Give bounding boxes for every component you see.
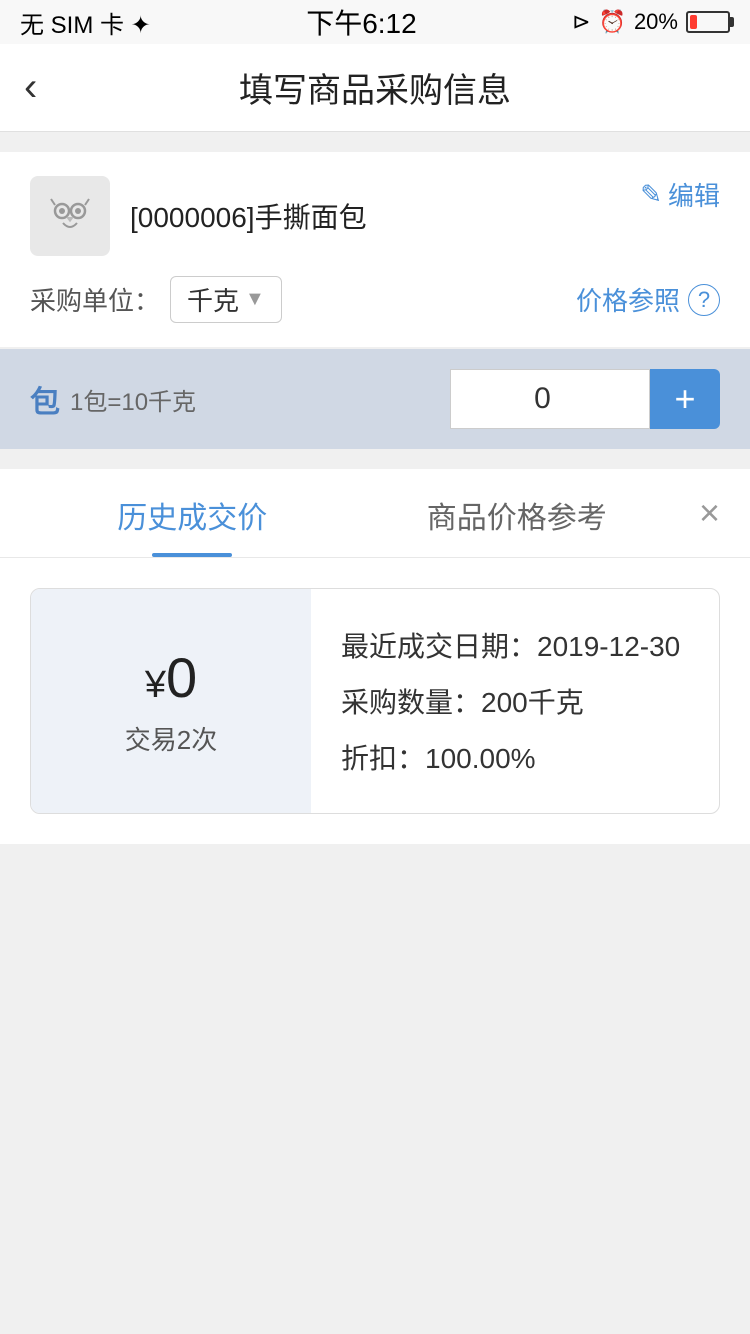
price-value: 0 [166, 646, 197, 709]
unit-select[interactable]: 千克 ▼ [170, 276, 282, 323]
sim-label: 无 SIM 卡 ✦ [20, 5, 151, 40]
edit-label: 编辑 [668, 176, 720, 213]
qty-value: 200千克 [481, 687, 584, 718]
quantity-label: 包 1包=10千克 [30, 377, 196, 421]
product-left: [0000006]手撕面包 [30, 176, 367, 256]
discount-value: 100.00% [425, 743, 536, 774]
tab-history-price[interactable]: 历史成交价 [30, 469, 354, 557]
alarm-icon: ⏰ [599, 9, 626, 35]
product-image [30, 176, 110, 256]
quantity-input[interactable] [450, 369, 650, 429]
quantity-bar: 包 1包=10千克 + [0, 349, 750, 449]
history-price-card: ¥0 交易2次 最近成交日期：2019-12-30 采购数量：200千克 折扣：… [30, 588, 720, 814]
product-header: [0000006]手撕面包 ✎ 编辑 [30, 176, 720, 256]
tab-content: ¥0 交易2次 最近成交日期：2019-12-30 采购数量：200千克 折扣：… [0, 558, 750, 844]
help-icon: ? [688, 284, 720, 316]
page-title: 填写商品采购信息 [239, 63, 511, 112]
status-bar: 无 SIM 卡 ✦ 下午6:12 ⊳ ⏰ 20% [0, 0, 750, 44]
recent-date-value: 2019-12-30 [537, 631, 680, 662]
unit-row: 采购单位： 千克 ▼ 价格参照 ? [30, 276, 720, 323]
status-right: ⊳ ⏰ 20% [572, 9, 730, 35]
location-icon: ⊳ [572, 9, 590, 35]
price-reference-button[interactable]: 价格参照 ? [576, 281, 720, 318]
qty-label: 采购数量： [341, 687, 481, 718]
unit-label: 采购单位： [30, 281, 160, 318]
unit-value: 千克 [187, 281, 239, 318]
history-price-right: 最近成交日期：2019-12-30 采购数量：200千克 折扣：100.00% [311, 589, 719, 813]
tabs-header: 历史成交价 商品价格参考 × [0, 469, 750, 558]
edit-button[interactable]: ✎ 编辑 [640, 176, 720, 213]
battery-icon [686, 11, 730, 33]
qty-row: 采购数量：200千克 [341, 681, 689, 721]
tab-close-button[interactable]: × [679, 472, 720, 554]
product-name: [0000006]手撕面包 [130, 196, 367, 236]
quantity-input-group: + [450, 369, 720, 429]
tabs-section: 历史成交价 商品价格参考 × ¥0 交易2次 最近成交日期：2019-12-30… [0, 469, 750, 844]
price-ref-label: 价格参照 [576, 281, 680, 318]
unit-left: 采购单位： 千克 ▼ [30, 276, 282, 323]
recent-date-row: 最近成交日期：2019-12-30 [341, 625, 689, 665]
discount-label: 折扣： [341, 743, 425, 774]
nav-bar: ‹ 填写商品采购信息 [0, 44, 750, 132]
product-id: [0000006]手撕面包 [130, 202, 367, 233]
product-card: [0000006]手撕面包 ✎ 编辑 采购单位： 千克 ▼ 价格参照 ? [0, 152, 750, 347]
package-icon: 包 [30, 377, 60, 421]
edit-icon: ✎ [640, 179, 662, 210]
battery-percent: 20% [634, 9, 678, 35]
history-price-left: ¥0 交易2次 [31, 589, 311, 813]
dropdown-arrow-icon: ▼ [245, 288, 265, 311]
price-amount: ¥0 [145, 645, 197, 710]
recent-date-label: 最近成交日期： [341, 631, 537, 662]
discount-row: 折扣：100.00% [341, 737, 689, 777]
package-desc: 1包=10千克 [70, 382, 196, 417]
tab-product-price-ref[interactable]: 商品价格参考 [354, 469, 678, 557]
status-time: 下午6:12 [306, 2, 417, 42]
bottom-space [0, 844, 750, 1244]
back-button[interactable]: ‹ [24, 65, 37, 110]
status-left: 无 SIM 卡 ✦ [20, 5, 151, 40]
currency-symbol: ¥ [145, 664, 166, 706]
quantity-plus-button[interactable]: + [650, 369, 720, 429]
trades-count: 交易2次 [125, 720, 217, 757]
product-thumbnail [40, 186, 100, 246]
